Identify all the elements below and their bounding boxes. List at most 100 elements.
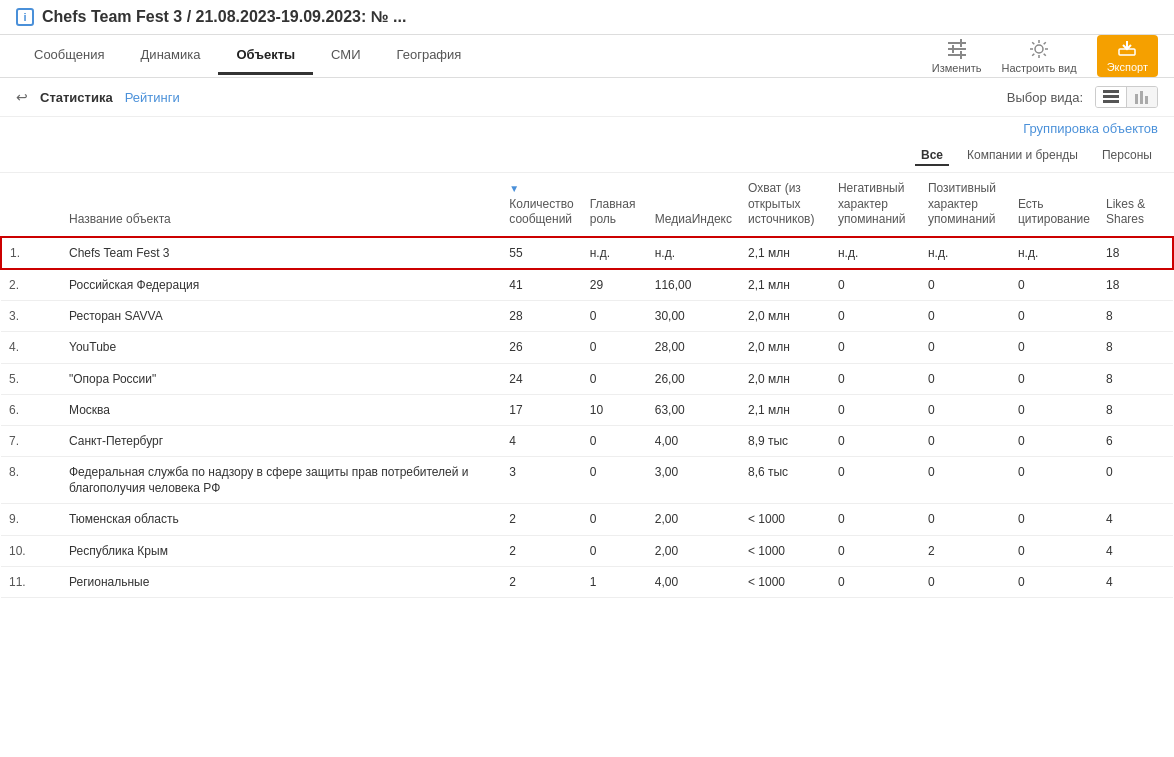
tab-messages[interactable]: Сообщения — [16, 37, 123, 75]
table-row[interactable]: 11.Региональные214,00< 10000004 — [1, 566, 1173, 597]
ratings-link[interactable]: Рейтинги — [125, 90, 180, 105]
filter-persons[interactable]: Персоны — [1096, 146, 1158, 166]
table-row[interactable]: 7.Санкт-Петербург404,008,9 тыс0006 — [1, 425, 1173, 456]
statistics-link[interactable]: Статистика — [40, 90, 113, 105]
cell-media_index: 26,00 — [647, 363, 740, 394]
cell-neg: 0 — [830, 566, 920, 597]
table-row[interactable]: 6.Москва171063,002,1 млн0008 — [1, 394, 1173, 425]
cell-pos: 0 — [920, 504, 1010, 535]
table-row[interactable]: 4.YouTube26028,002,0 млн0008 — [1, 332, 1173, 363]
cell-count: 41 — [501, 269, 581, 301]
cell-citation: 0 — [1010, 332, 1098, 363]
cell-count: 3 — [501, 457, 581, 504]
cell-num: 7. — [1, 425, 61, 456]
cell-name: Федеральная служба по надзору в сфере за… — [61, 457, 501, 504]
cell-neg: н.д. — [830, 237, 920, 269]
cell-pos: 2 — [920, 535, 1010, 566]
cell-name: YouTube — [61, 332, 501, 363]
table-row[interactable]: 9.Тюменская область202,00< 10000004 — [1, 504, 1173, 535]
cell-name: Российская Федерация — [61, 269, 501, 301]
cell-media_index: 4,00 — [647, 566, 740, 597]
cell-citation: н.д. — [1010, 237, 1098, 269]
cell-media_index: н.д. — [647, 237, 740, 269]
cell-pos: 0 — [920, 363, 1010, 394]
cell-citation: 0 — [1010, 566, 1098, 597]
cell-num: 1. — [1, 237, 61, 269]
cell-citation: 0 — [1010, 425, 1098, 456]
export-button[interactable]: Экспорт — [1097, 35, 1158, 77]
svg-rect-10 — [1103, 100, 1119, 103]
cell-likes: 0 — [1098, 457, 1173, 504]
cell-reach: 2,0 млн — [740, 363, 830, 394]
view-table-button[interactable] — [1096, 87, 1127, 107]
cell-media_index: 3,00 — [647, 457, 740, 504]
cell-neg: 0 — [830, 457, 920, 504]
change-icon — [945, 38, 969, 60]
table-row[interactable]: 2.Российская Федерация4129116,002,1 млн0… — [1, 269, 1173, 301]
cell-count: 2 — [501, 535, 581, 566]
cell-count: 2 — [501, 504, 581, 535]
sort-icon: ▼ — [509, 182, 519, 195]
page-header: i Chefs Team Fest 3 / 21.08.2023-19.09.2… — [0, 0, 1174, 35]
table-row[interactable]: 10.Республика Крым202,00< 10000204 — [1, 535, 1173, 566]
cell-likes: 8 — [1098, 301, 1173, 332]
col-header-count[interactable]: ▼ Количество сообщений — [501, 173, 581, 237]
cell-pos: 0 — [920, 394, 1010, 425]
tab-dynamics[interactable]: Динамика — [123, 37, 219, 75]
cell-num: 10. — [1, 535, 61, 566]
table-container[interactable]: Название объекта ▼ Количество сообщений … — [0, 173, 1174, 598]
cell-likes: 4 — [1098, 535, 1173, 566]
tab-geography[interactable]: География — [379, 37, 480, 75]
cell-media_index: 116,00 — [647, 269, 740, 301]
cell-likes: 8 — [1098, 363, 1173, 394]
cell-likes: 6 — [1098, 425, 1173, 456]
filter-row: Все Компании и бренды Персоны — [0, 140, 1174, 173]
cell-role: 0 — [582, 332, 647, 363]
cell-pos: 0 — [920, 301, 1010, 332]
cell-media_index: 63,00 — [647, 394, 740, 425]
cell-reach: 2,0 млн — [740, 332, 830, 363]
cell-pos: 0 — [920, 425, 1010, 456]
col-header-role: Главная роль — [582, 173, 647, 237]
cell-pos: 0 — [920, 566, 1010, 597]
col-header-name: Название объекта — [61, 173, 501, 237]
cell-role: н.д. — [582, 237, 647, 269]
back-icon[interactable]: ↩ — [16, 89, 28, 105]
tabs: Сообщения Динамика Объекты СМИ География — [16, 37, 479, 75]
cell-name: Тюменская область — [61, 504, 501, 535]
settings-button[interactable]: Настроить вид — [1001, 38, 1076, 74]
export-icon — [1117, 39, 1137, 59]
view-chart-button[interactable] — [1127, 87, 1157, 107]
tab-objects[interactable]: Объекты — [218, 37, 313, 75]
cell-num: 3. — [1, 301, 61, 332]
table-row[interactable]: 5."Опора России"24026,002,0 млн0008 — [1, 363, 1173, 394]
cell-name: Республика Крым — [61, 535, 501, 566]
cell-media_index: 4,00 — [647, 425, 740, 456]
cell-role: 0 — [582, 457, 647, 504]
filter-companies[interactable]: Компании и бренды — [961, 146, 1084, 166]
cell-reach: < 1000 — [740, 504, 830, 535]
cell-count: 4 — [501, 425, 581, 456]
cell-role: 1 — [582, 566, 647, 597]
table-row[interactable]: 1.Chefs Team Fest 355н.д.н.д.2,1 млнн.д.… — [1, 237, 1173, 269]
cell-name: Санкт-Петербург — [61, 425, 501, 456]
cell-likes: 18 — [1098, 269, 1173, 301]
cell-likes: 4 — [1098, 566, 1173, 597]
cell-citation: 0 — [1010, 535, 1098, 566]
cell-role: 0 — [582, 425, 647, 456]
filter-all[interactable]: Все — [915, 146, 949, 166]
grouping-link[interactable]: Группировка объектов — [1023, 121, 1158, 136]
table-row[interactable]: 3.Ресторан SAVVA28030,002,0 млн0008 — [1, 301, 1173, 332]
tab-media[interactable]: СМИ — [313, 37, 378, 75]
svg-rect-3 — [960, 39, 962, 47]
view-toggle — [1095, 86, 1158, 108]
cell-neg: 0 — [830, 301, 920, 332]
cell-reach: 2,1 млн — [740, 394, 830, 425]
col-header-media: МедиаИндекс — [647, 173, 740, 237]
table-row[interactable]: 8.Федеральная служба по надзору в сфере … — [1, 457, 1173, 504]
cell-reach: 2,1 млн — [740, 269, 830, 301]
cell-likes: 8 — [1098, 332, 1173, 363]
change-button[interactable]: Изменить — [932, 38, 982, 74]
cell-neg: 0 — [830, 535, 920, 566]
cell-num: 6. — [1, 394, 61, 425]
